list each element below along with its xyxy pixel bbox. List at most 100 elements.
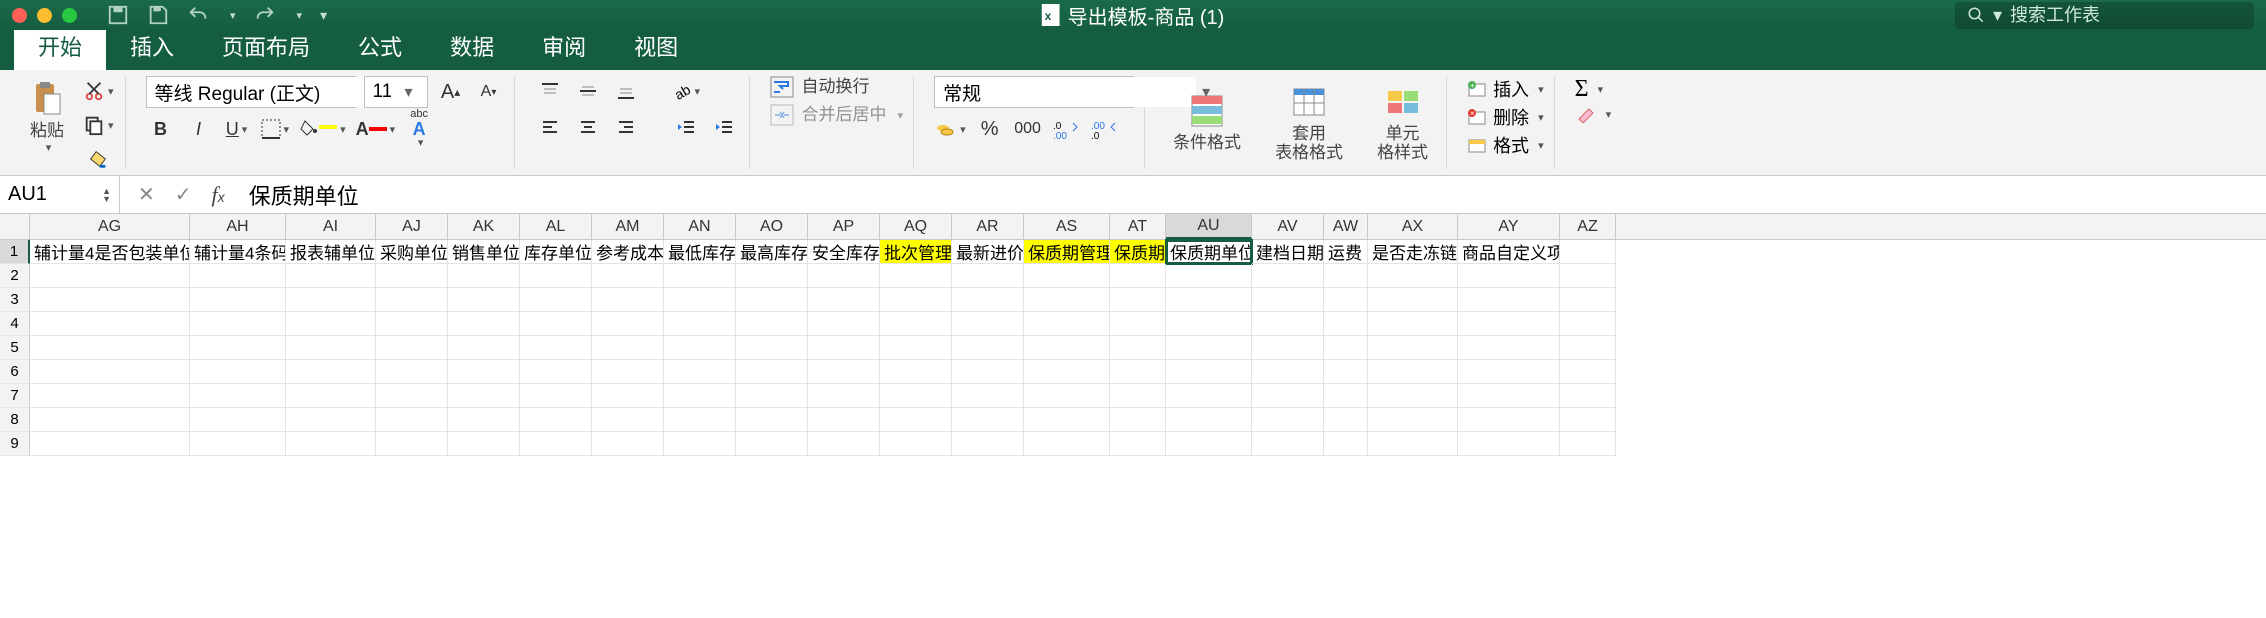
cell-AV9[interactable]	[1252, 432, 1324, 456]
cell-AI5[interactable]	[286, 336, 376, 360]
cell-AT9[interactable]	[1110, 432, 1166, 456]
cell-AW1[interactable]: 运费	[1324, 240, 1368, 264]
cell-AJ2[interactable]	[376, 264, 448, 288]
decrease-indent-button[interactable]	[671, 112, 701, 142]
cell-AI2[interactable]	[286, 264, 376, 288]
cell-AQ7[interactable]	[880, 384, 952, 408]
cell-AI7[interactable]	[286, 384, 376, 408]
cell-AZ7[interactable]	[1560, 384, 1616, 408]
cell-AT2[interactable]	[1110, 264, 1166, 288]
col-header-AN[interactable]: AN	[664, 214, 736, 239]
decrease-font-button[interactable]: A▾	[474, 77, 504, 107]
zoom-window-button[interactable]	[62, 8, 77, 23]
cell-AM1[interactable]: 参考成本	[592, 240, 664, 264]
cell-AV4[interactable]	[1252, 312, 1324, 336]
cell-AS3[interactable]	[1024, 288, 1110, 312]
row-header-9[interactable]: 9	[0, 432, 30, 456]
cell-AK7[interactable]	[448, 384, 520, 408]
col-header-AP[interactable]: AP	[808, 214, 880, 239]
clear-button[interactable]: ▾	[1575, 105, 1612, 123]
underline-button[interactable]: U▾	[222, 114, 252, 144]
cell-AK8[interactable]	[448, 408, 520, 432]
cell-AM2[interactable]	[592, 264, 664, 288]
cell-AZ9[interactable]	[1560, 432, 1616, 456]
cell-AR6[interactable]	[952, 360, 1024, 384]
minimize-window-button[interactable]	[37, 8, 52, 23]
cell-AM9[interactable]	[592, 432, 664, 456]
format-painter-button[interactable]	[82, 144, 115, 174]
close-window-button[interactable]	[12, 8, 27, 23]
align-top-button[interactable]	[535, 76, 565, 106]
cell-AU7[interactable]	[1166, 384, 1252, 408]
col-header-AU[interactable]: AU	[1166, 214, 1252, 239]
row-header-6[interactable]: 6	[0, 360, 30, 384]
cell-AR9[interactable]	[952, 432, 1024, 456]
cell-AV1[interactable]: 建档日期	[1252, 240, 1324, 264]
cell-AZ3[interactable]	[1560, 288, 1616, 312]
align-left-button[interactable]	[535, 112, 565, 142]
cell-AN7[interactable]	[664, 384, 736, 408]
cell-AJ3[interactable]	[376, 288, 448, 312]
cell-AX4[interactable]	[1368, 312, 1458, 336]
cell-AH2[interactable]	[190, 264, 286, 288]
row-header-3[interactable]: 3	[0, 288, 30, 312]
cell-AL2[interactable]	[520, 264, 592, 288]
cell-AW4[interactable]	[1324, 312, 1368, 336]
cell-AW7[interactable]	[1324, 384, 1368, 408]
cell-AQ3[interactable]	[880, 288, 952, 312]
cell-AY4[interactable]	[1458, 312, 1560, 336]
cell-AV7[interactable]	[1252, 384, 1324, 408]
cell-AX5[interactable]	[1368, 336, 1458, 360]
cell-AX9[interactable]	[1368, 432, 1458, 456]
cell-AN6[interactable]	[664, 360, 736, 384]
merge-center-button[interactable]: 合并后居中 ▾	[770, 104, 904, 126]
cell-AQ5[interactable]	[880, 336, 952, 360]
comma-button[interactable]: 000	[1013, 114, 1043, 144]
cell-AH5[interactable]	[190, 336, 286, 360]
cell-AT4[interactable]	[1110, 312, 1166, 336]
cell-AM7[interactable]	[592, 384, 664, 408]
orientation-button[interactable]: ab▾	[671, 76, 702, 106]
cell-AI1[interactable]: 报表辅单位	[286, 240, 376, 264]
col-header-AR[interactable]: AR	[952, 214, 1024, 239]
cell-AZ2[interactable]	[1560, 264, 1616, 288]
col-header-AG[interactable]: AG	[30, 214, 190, 239]
col-header-AO[interactable]: AO	[736, 214, 808, 239]
cut-button[interactable]: ▾	[82, 76, 115, 106]
decrease-decimal-button[interactable]: .00.0	[1089, 114, 1119, 144]
cell-AK4[interactable]	[448, 312, 520, 336]
cell-AW9[interactable]	[1324, 432, 1368, 456]
enter-icon[interactable]: ✓	[175, 182, 192, 207]
cell-AX7[interactable]	[1368, 384, 1458, 408]
cell-AO2[interactable]	[736, 264, 808, 288]
cell-AG1[interactable]: 辅计量4是否包装单位	[30, 240, 190, 264]
cell-AK5[interactable]	[448, 336, 520, 360]
percent-button[interactable]: %	[975, 114, 1005, 144]
cell-AR7[interactable]	[952, 384, 1024, 408]
insert-cells-button[interactable]: +插入▾	[1467, 76, 1544, 102]
cell-AG9[interactable]	[30, 432, 190, 456]
cell-AT8[interactable]	[1110, 408, 1166, 432]
cell-AJ4[interactable]	[376, 312, 448, 336]
cell-AW2[interactable]	[1324, 264, 1368, 288]
cell-AG6[interactable]	[30, 360, 190, 384]
cell-AJ9[interactable]	[376, 432, 448, 456]
cell-reference-input[interactable]	[8, 183, 78, 206]
cell-AR2[interactable]	[952, 264, 1024, 288]
cancel-icon[interactable]: ✕	[138, 182, 155, 207]
select-all-corner[interactable]	[0, 214, 30, 240]
col-header-AI[interactable]: AI	[286, 214, 376, 239]
cell-AR5[interactable]	[952, 336, 1024, 360]
cell-AL3[interactable]	[520, 288, 592, 312]
cell-AS9[interactable]	[1024, 432, 1110, 456]
cell-AM3[interactable]	[592, 288, 664, 312]
cell-AI8[interactable]	[286, 408, 376, 432]
cell-AS7[interactable]	[1024, 384, 1110, 408]
cell-AT5[interactable]	[1110, 336, 1166, 360]
row-header-1[interactable]: 1	[0, 240, 30, 264]
cell-AU5[interactable]	[1166, 336, 1252, 360]
cell-AS5[interactable]	[1024, 336, 1110, 360]
increase-decimal-button[interactable]: .0.00	[1051, 114, 1081, 144]
cell-AK2[interactable]	[448, 264, 520, 288]
cell-AP6[interactable]	[808, 360, 880, 384]
